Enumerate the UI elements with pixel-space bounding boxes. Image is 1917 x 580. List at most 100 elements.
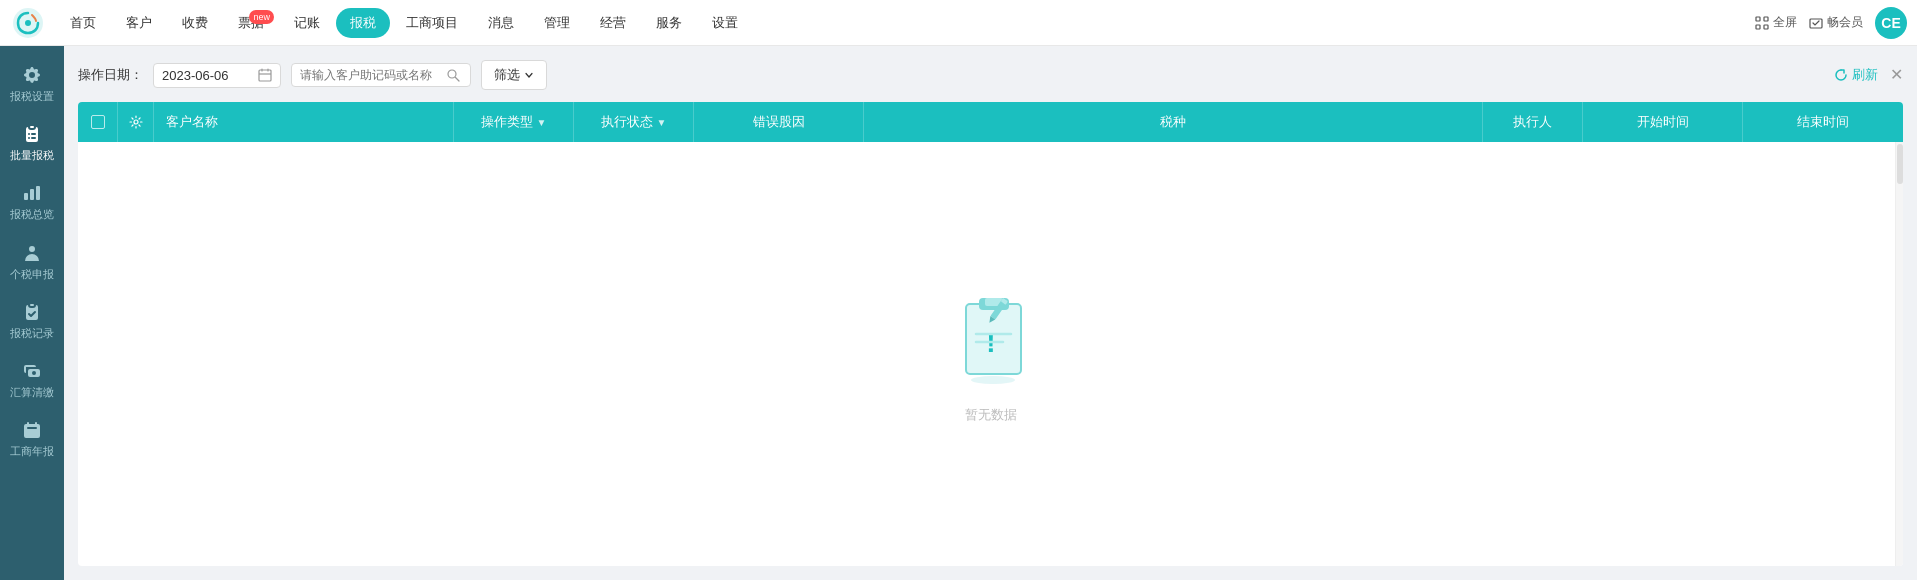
sidebar-label-annual-report: 工商年报	[10, 445, 54, 458]
empty-illustration: !	[941, 284, 1041, 394]
tax-records-icon	[21, 301, 43, 323]
app-logo[interactable]	[10, 5, 46, 41]
sidebar-item-remittance[interactable]: 汇算清缴	[2, 350, 62, 409]
th-taxtype-label: 税种	[1160, 113, 1186, 131]
member-button[interactable]: 畅会员	[1809, 14, 1863, 31]
svg-rect-3	[1764, 17, 1768, 21]
optype-sort-icon: ▼	[537, 117, 547, 128]
th-name-label: 客户名称	[166, 113, 218, 131]
th-checkbox[interactable]	[78, 102, 118, 142]
th-error-label: 错误股因	[753, 113, 805, 131]
nav-item-收费[interactable]: 收费	[168, 8, 222, 38]
scrollbar-track[interactable]	[1895, 142, 1903, 566]
nav-item-经营[interactable]: 经营	[586, 8, 640, 38]
calendar-icon	[258, 68, 272, 82]
batch-tax-icon	[21, 123, 43, 145]
nav-item-管理[interactable]: 管理	[530, 8, 584, 38]
chevron-down-icon	[524, 70, 534, 80]
nav-item-工商项目[interactable]: 工商项目	[392, 8, 472, 38]
sidebar-label-tax-settings: 报税设置	[10, 90, 54, 103]
fullscreen-label: 全屏	[1773, 14, 1797, 31]
nav-item-消息[interactable]: 消息	[474, 8, 528, 38]
table-body: ! 暂无数据	[78, 142, 1903, 566]
sidebar-item-personal-tax[interactable]: 个税申报	[2, 232, 62, 291]
personal-tax-icon	[21, 242, 43, 264]
refresh-icon	[1834, 68, 1848, 82]
th-optype-label: 操作类型	[481, 113, 533, 131]
search-icon	[446, 68, 460, 82]
nav-item-服务[interactable]: 服务	[642, 8, 696, 38]
main-layout: 报税设置 批量报税 报税总览 个税申报 报税记录 汇算清缴 工商年报 操作日期：	[0, 46, 1917, 580]
filter-bar: 操作日期： 筛选	[78, 60, 1903, 90]
close-button[interactable]: ✕	[1890, 67, 1903, 83]
refresh-button[interactable]: 刷新	[1834, 66, 1878, 84]
top-navigation: 首页客户收费票据new记账报税工商项目消息管理经营服务设置 全屏 畅会员 CE	[0, 0, 1917, 46]
svg-rect-5	[1764, 25, 1768, 29]
select-all-checkbox[interactable]	[91, 115, 105, 129]
sidebar-item-annual-report[interactable]: 工商年报	[2, 409, 62, 468]
svg-point-1	[25, 20, 31, 26]
th-taxtype: 税种	[864, 102, 1483, 142]
th-executor-label: 执行人	[1513, 113, 1552, 131]
filter-right: 刷新 ✕	[1834, 66, 1903, 84]
avatar-text: CE	[1881, 15, 1900, 31]
filter-label-text: 筛选	[494, 66, 520, 84]
tax-summary-icon	[21, 182, 43, 204]
nav-items: 首页客户收费票据new记账报税工商项目消息管理经营服务设置	[56, 8, 1755, 38]
sidebar-label-remittance: 汇算清缴	[10, 386, 54, 399]
th-executor: 执行人	[1483, 102, 1583, 142]
fullscreen-button[interactable]: 全屏	[1755, 14, 1797, 31]
sidebar-label-personal-tax: 个税申报	[10, 268, 54, 281]
fullscreen-icon	[1755, 16, 1769, 30]
th-status-label: 执行状态	[601, 113, 653, 131]
settings-icon	[129, 115, 143, 129]
nav-item-设置[interactable]: 设置	[698, 8, 752, 38]
date-input[interactable]	[162, 68, 252, 83]
sidebar-label-batch-tax: 批量报税	[10, 149, 54, 162]
sidebar: 报税设置 批量报税 报税总览 个税申报 报税记录 汇算清缴 工商年报	[0, 46, 64, 580]
nav-item-记账[interactable]: 记账	[280, 8, 334, 38]
status-sort-icon: ▼	[657, 117, 667, 128]
search-box[interactable]	[291, 63, 471, 87]
sidebar-item-batch-tax[interactable]: 批量报税	[2, 113, 62, 172]
nav-item-客户[interactable]: 客户	[112, 8, 166, 38]
search-input[interactable]	[300, 68, 440, 82]
svg-rect-7	[259, 70, 271, 81]
empty-state: ! 暂无数据	[941, 284, 1041, 424]
nav-item-报税[interactable]: 报税	[336, 8, 390, 38]
sidebar-item-tax-summary[interactable]: 报税总览	[2, 172, 62, 231]
table-header: 客户名称 操作类型 ▼ 执行状态 ▼ 错误股因 税种 执行人	[78, 102, 1903, 142]
sidebar-item-tax-settings[interactable]: 报税设置	[2, 54, 62, 113]
member-label: 畅会员	[1827, 14, 1863, 31]
svg-point-9	[134, 120, 138, 124]
nav-item-首页[interactable]: 首页	[56, 8, 110, 38]
scrollbar-thumb[interactable]	[1897, 144, 1903, 184]
svg-rect-4	[1756, 25, 1760, 29]
nav-item-票据[interactable]: 票据new	[224, 8, 278, 38]
sidebar-label-tax-records: 报税记录	[10, 327, 54, 340]
th-start: 开始时间	[1583, 102, 1743, 142]
date-picker[interactable]	[153, 63, 281, 88]
th-optype[interactable]: 操作类型 ▼	[454, 102, 574, 142]
sidebar-label-tax-summary: 报税总览	[10, 208, 54, 221]
empty-text: 暂无数据	[965, 406, 1017, 424]
svg-rect-2	[1756, 17, 1760, 21]
tax-settings-icon	[21, 64, 43, 86]
th-end-label: 结束时间	[1797, 113, 1849, 131]
remittance-icon	[21, 360, 43, 382]
nav-right: 全屏 畅会员 CE	[1755, 7, 1907, 39]
th-name: 客户名称	[154, 102, 454, 142]
data-table: 客户名称 操作类型 ▼ 执行状态 ▼ 错误股因 税种 执行人	[78, 102, 1903, 566]
main-content: 操作日期： 筛选	[64, 46, 1917, 580]
filter-button[interactable]: 筛选	[481, 60, 547, 90]
nav-badge-票据: new	[249, 10, 274, 24]
date-label: 操作日期：	[78, 66, 143, 84]
th-start-label: 开始时间	[1637, 113, 1689, 131]
th-settings[interactable]	[118, 102, 154, 142]
member-icon	[1809, 16, 1823, 30]
sidebar-item-tax-records[interactable]: 报税记录	[2, 291, 62, 350]
refresh-label: 刷新	[1852, 66, 1878, 84]
user-avatar[interactable]: CE	[1875, 7, 1907, 39]
th-status[interactable]: 执行状态 ▼	[574, 102, 694, 142]
th-end: 结束时间	[1743, 102, 1903, 142]
